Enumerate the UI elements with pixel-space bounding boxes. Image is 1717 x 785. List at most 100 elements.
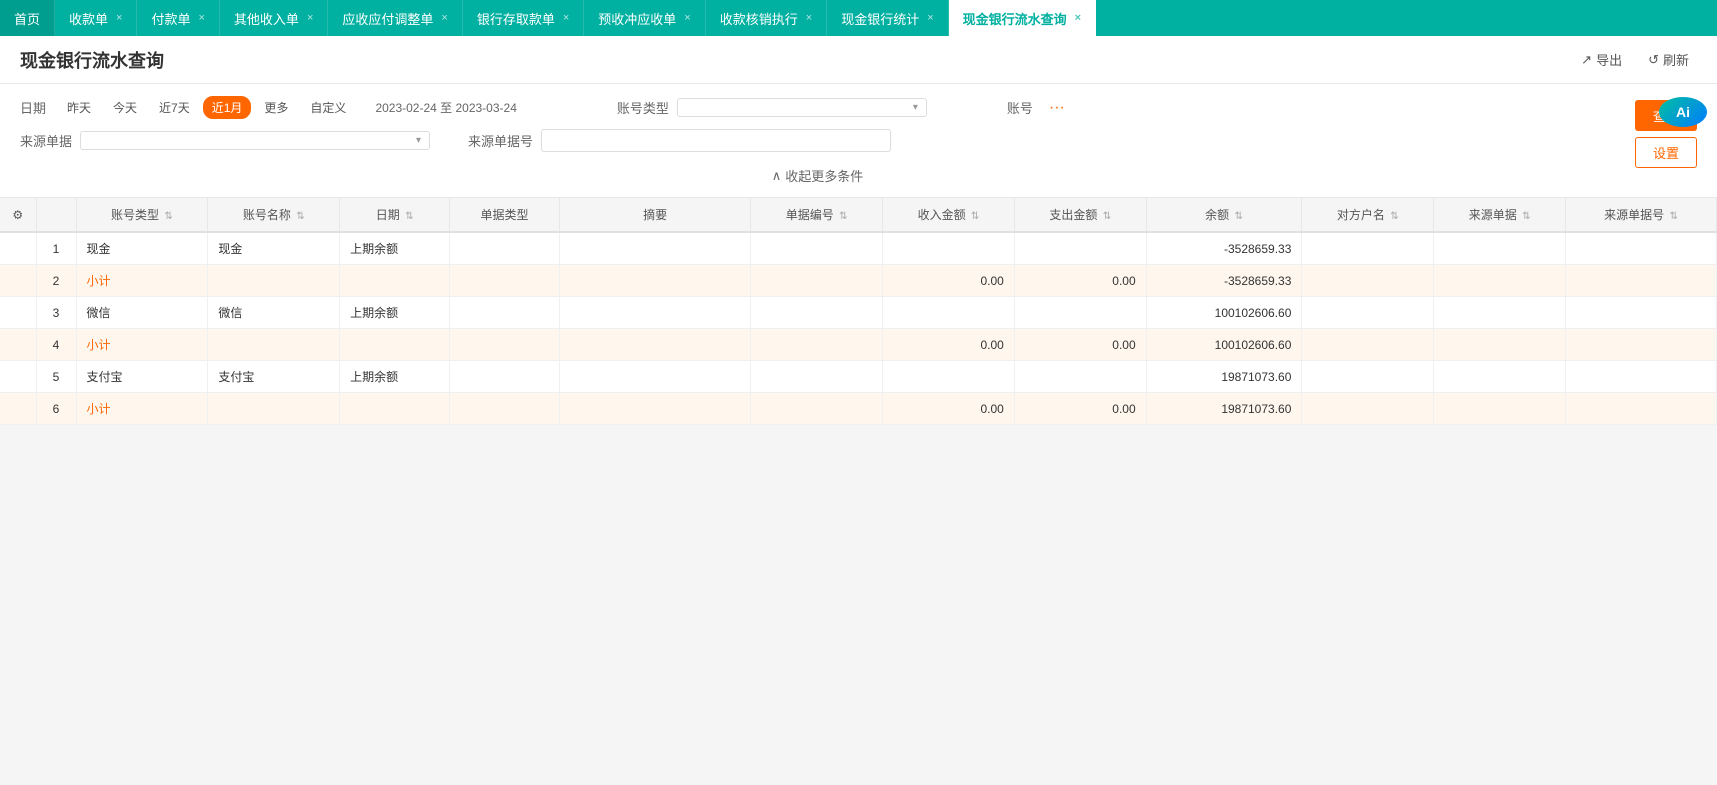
cell-account-name (208, 393, 340, 425)
date-btn-7days[interactable]: 近7天 (150, 96, 199, 119)
nav-stats-close[interactable]: × (927, 12, 933, 24)
cell-gear (0, 393, 36, 425)
table-area: ⚙ 账号类型 ⇅ 账号名称 ⇅ 日期 ⇅ 单据类型 摘要 单据编号 ⇅ 收入金额… (0, 198, 1717, 425)
cell-index: 6 (36, 393, 76, 425)
nav-cashflow-close[interactable]: × (1075, 12, 1081, 24)
cell-counterpart (1302, 329, 1434, 361)
date-btn-1month[interactable]: 近1月 (203, 96, 252, 119)
cell-expense (1014, 297, 1146, 329)
table-row: 3微信微信上期余额100102606.60 (0, 297, 1717, 329)
account-type-arrow: ▾ (913, 102, 918, 113)
cell-account-name: 支付宝 (208, 361, 340, 393)
nav-other-income[interactable]: 其他收入单 × (220, 0, 328, 36)
source-doc-select[interactable]: ▾ (80, 131, 430, 150)
col-source-doc-no[interactable]: 来源单据号 ⇅ (1566, 198, 1717, 232)
cell-account-type: 小计 (76, 393, 208, 425)
source-doc-no-group: 来源单据号 (468, 129, 891, 152)
cell-balance: -3528659.33 (1146, 265, 1302, 297)
col-doc-no[interactable]: 单据编号 ⇅ (751, 198, 883, 232)
nav-bank-deposit[interactable]: 银行存取款单 × (463, 0, 584, 36)
nav-stats[interactable]: 现金银行统计 × (827, 0, 948, 36)
nav-other-income-close[interactable]: × (307, 12, 313, 24)
date-buttons: 昨天 今天 近7天 近1月 更多 自定义 (58, 96, 355, 119)
cell-date: 上期余额 (340, 361, 450, 393)
cell-expense: 0.00 (1014, 265, 1146, 297)
col-index (36, 198, 76, 232)
source-doc-no-label: 来源单据号 (468, 131, 533, 150)
collapse-label: 收起更多条件 (785, 166, 863, 185)
export-icon: ↗ (1581, 52, 1592, 68)
col-account-type[interactable]: 账号类型 ⇅ (76, 198, 208, 232)
cell-doc-type (450, 265, 560, 297)
cell-source-doc (1434, 393, 1566, 425)
export-button[interactable]: ↗ 导出 (1573, 46, 1630, 73)
cell-counterpart (1302, 265, 1434, 297)
account-more-btn[interactable]: ··· (1045, 99, 1069, 117)
nav-prepay[interactable]: 预收冲应收单 × (584, 0, 705, 36)
cell-source-doc (1434, 361, 1566, 393)
table-row: 1现金现金上期余额-3528659.33 (0, 232, 1717, 265)
refresh-label: 刷新 (1663, 50, 1689, 69)
header-actions: ↗ 导出 ↺ 刷新 (1573, 46, 1697, 73)
cell-income (883, 297, 1015, 329)
nav-bank-deposit-close[interactable]: × (563, 12, 569, 24)
source-doc-no-input[interactable] (541, 129, 891, 152)
cell-expense (1014, 232, 1146, 265)
account-type-select[interactable]: ▾ (677, 98, 927, 117)
nav-receipt[interactable]: 收款单 × (55, 0, 137, 36)
nav-payment-close[interactable]: × (198, 12, 204, 24)
ai-badge[interactable]: Ai (1659, 97, 1707, 127)
nav-payment[interactable]: 付款单 × (137, 0, 219, 36)
date-btn-today[interactable]: 今天 (104, 96, 146, 119)
col-income[interactable]: 收入金额 ⇅ (883, 198, 1015, 232)
nav-receipt-close[interactable]: × (116, 12, 122, 24)
cell-account-name (208, 265, 340, 297)
cell-doc-type (450, 232, 560, 265)
nav-stats-label: 现金银行统计 (841, 9, 919, 28)
source-doc-group: 来源单据 ▾ (20, 131, 430, 150)
collapse-bar[interactable]: ∧ 收起更多条件 (20, 162, 1615, 189)
cell-source-doc (1434, 329, 1566, 361)
date-label: 日期 (20, 98, 50, 117)
col-expense[interactable]: 支出金额 ⇅ (1014, 198, 1146, 232)
date-btn-more[interactable]: 更多 (255, 96, 297, 119)
col-counterpart[interactable]: 对方户名 ⇅ (1302, 198, 1434, 232)
nav-verify-label: 收款核销执行 (720, 9, 798, 28)
cell-doc-no (751, 329, 883, 361)
cell-source-doc (1434, 265, 1566, 297)
cell-expense: 0.00 (1014, 329, 1146, 361)
setting-button[interactable]: 设置 (1635, 137, 1697, 168)
col-gear[interactable]: ⚙ (0, 198, 36, 232)
table-row: 2小计0.000.00-3528659.33 (0, 265, 1717, 297)
date-btn-custom[interactable]: 自定义 (301, 96, 355, 119)
date-range-display: 2023-02-24 至 2023-03-24 (375, 101, 516, 115)
cell-account-name: 微信 (208, 297, 340, 329)
date-btn-yesterday[interactable]: 昨天 (58, 96, 100, 119)
col-date[interactable]: 日期 ⇅ (340, 198, 450, 232)
cell-balance: 19871073.60 (1146, 393, 1302, 425)
nav-prepay-close[interactable]: × (684, 12, 690, 24)
nav-bank-deposit-label: 银行存取款单 (477, 9, 555, 28)
nav-home[interactable]: 首页 (0, 0, 55, 36)
table-body: 1现金现金上期余额-3528659.332小计0.000.00-3528659.… (0, 232, 1717, 425)
cell-doc-no (751, 393, 883, 425)
cell-doc-no (751, 265, 883, 297)
col-source-doc[interactable]: 来源单据 ⇅ (1434, 198, 1566, 232)
nav-verify-close[interactable]: × (806, 12, 812, 24)
cell-account-type: 小计 (76, 329, 208, 361)
cell-source-doc-no (1566, 297, 1717, 329)
refresh-button[interactable]: ↺ 刷新 (1640, 46, 1697, 73)
cell-doc-no (751, 297, 883, 329)
nav-adjust[interactable]: 应收应付调整单 × (328, 0, 462, 36)
nav-verify[interactable]: 收款核销执行 × (706, 0, 827, 36)
nav-cashflow[interactable]: 现金银行流水查询 × (949, 0, 1096, 36)
nav-adjust-close[interactable]: × (441, 12, 447, 24)
col-account-name[interactable]: 账号名称 ⇅ (208, 198, 340, 232)
col-summary: 摘要 (560, 198, 751, 232)
cell-counterpart (1302, 297, 1434, 329)
cell-doc-type (450, 393, 560, 425)
col-balance[interactable]: 余额 ⇅ (1146, 198, 1302, 232)
account-type-label: 账号类型 (617, 98, 669, 117)
cell-summary (560, 329, 751, 361)
cell-date: 上期余额 (340, 232, 450, 265)
